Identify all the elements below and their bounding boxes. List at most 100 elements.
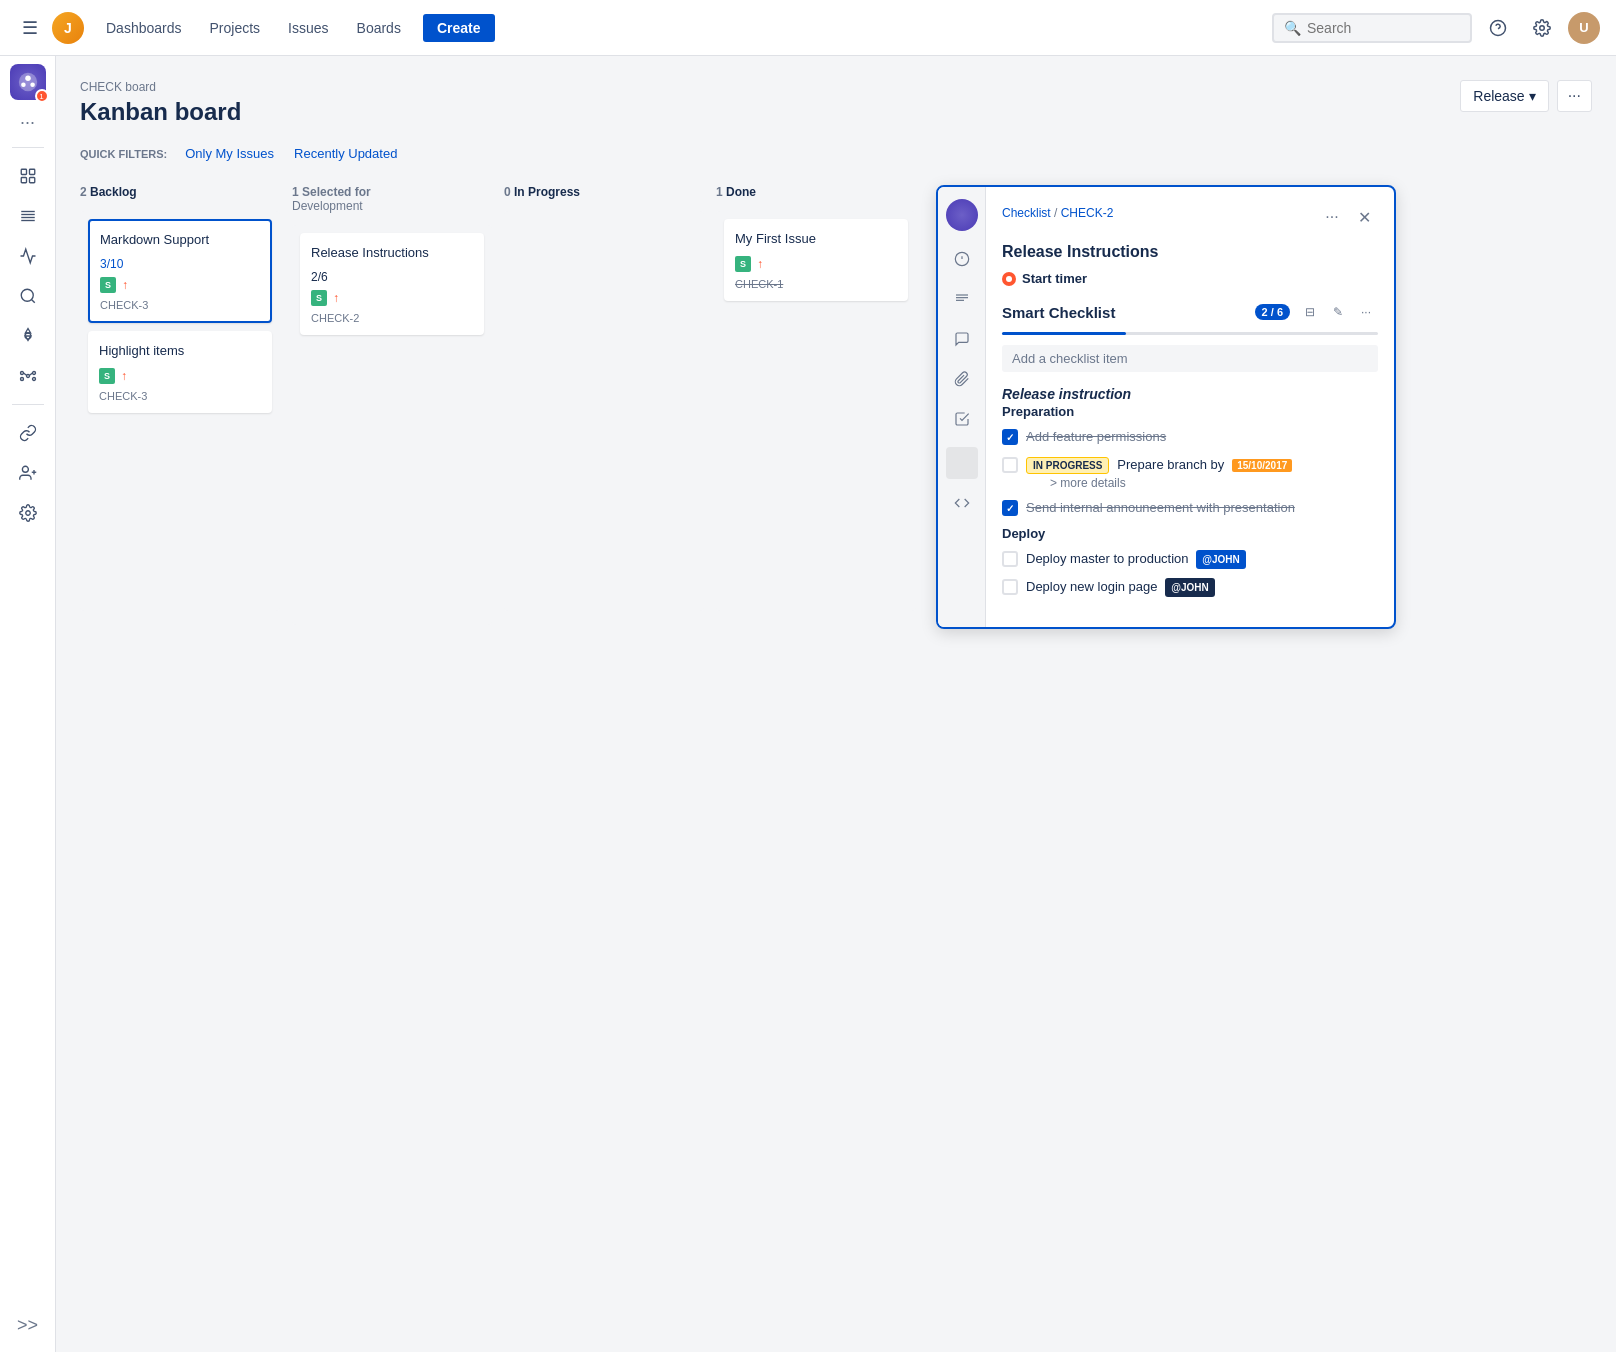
column-selected: 1 Selected forDevelopment Release Instru… [292, 185, 492, 625]
breadcrumb-issue-link[interactable]: CHECK-2 [1061, 206, 1114, 220]
sidebar-add-user-icon[interactable] [10, 455, 46, 491]
preparation-label: Preparation [1002, 404, 1378, 419]
checklist-item-prepare-branch: IN PROGRESS Prepare branch by 15/10/2017… [1002, 455, 1378, 491]
card-highlight-items[interactable]: Highlight items S ↑ CHECK-3 [88, 331, 272, 413]
more-details-link[interactable]: > more details [1050, 476, 1292, 490]
release-label: Release [1473, 88, 1524, 104]
checklist-progress-bar [1002, 332, 1378, 335]
card-highlight-id: CHECK-3 [99, 390, 261, 402]
svg-point-20 [20, 378, 23, 381]
checklist-title: Smart Checklist [1002, 304, 1255, 321]
release-button[interactable]: Release ▾ [1460, 80, 1548, 112]
card-type-release-icon: S [311, 290, 327, 306]
search-bar[interactable]: 🔍 [1272, 13, 1472, 43]
panel-more-button[interactable]: ··· [1318, 203, 1346, 231]
checklist-more-button[interactable]: ··· [1354, 300, 1378, 324]
sidebar-board-icon[interactable] [10, 158, 46, 194]
svg-point-3 [25, 76, 31, 82]
inprogress-count: 0 [504, 185, 511, 199]
backlog-body[interactable]: Markdown Support 3/10 S ↑ CHECK-3 Highli… [80, 211, 280, 611]
inprogress-body[interactable] [504, 211, 704, 611]
card-release-instructions[interactable]: Release Instructions 2/6 S ↑ CHECK-2 [300, 233, 484, 335]
card-highlight-meta: S ↑ [99, 368, 261, 384]
search-input[interactable] [1307, 20, 1447, 36]
card-markdown-title: Markdown Support [100, 231, 260, 249]
column-backlog: 2 Backlog Markdown Support 3/10 S ↑ CHEC… [80, 185, 280, 611]
filter-my-issues[interactable]: Only My Issues [179, 142, 280, 165]
timer-label: Start timer [1022, 271, 1087, 286]
panel-issue-avatar [946, 199, 978, 231]
checklist-header: Smart Checklist 2 / 6 ⊟ ✎ ··· [1002, 300, 1378, 324]
nav-dashboards[interactable]: Dashboards [96, 14, 192, 42]
panel-content: Checklist / CHECK-2 ··· ✕ Release Instru… [986, 187, 1394, 627]
content-area: CHECK board Kanban board Release ▾ ··· Q… [56, 56, 1616, 1352]
settings-button[interactable] [1524, 10, 1560, 46]
item-deploy-login-text: Deploy new login page @JOHN [1026, 577, 1215, 597]
board-breadcrumb: CHECK board [80, 80, 241, 94]
panel-tab-checklist[interactable] [946, 403, 978, 435]
panel-close-button[interactable]: ✕ [1350, 203, 1378, 231]
panel-tab-empty [946, 447, 978, 479]
sidebar-expand-more[interactable]: >> [13, 1311, 42, 1339]
checkbox-send-internal[interactable] [1002, 500, 1018, 516]
selected-body[interactable]: Release Instructions 2/6 S ↑ CHECK-2 [292, 225, 492, 625]
issue-panel: Checklist / CHECK-2 ··· ✕ Release Instru… [936, 185, 1396, 629]
done-body[interactable]: My First Issue S ↑ CHECK-1 [716, 211, 916, 611]
nav-boards[interactable]: Boards [347, 14, 411, 42]
sidebar-more-toggle[interactable]: ··· [16, 108, 39, 137]
svg-point-4 [21, 82, 26, 87]
chevron-down-icon: ▾ [1529, 88, 1536, 104]
svg-point-27 [25, 511, 30, 516]
breadcrumb-parent-link[interactable]: Checklist [1002, 206, 1051, 220]
panel-breadcrumb: Checklist / CHECK-2 [1002, 206, 1113, 220]
board-more-button[interactable]: ··· [1557, 80, 1592, 112]
checklist-item-send-internal: Send internal announeement with presenta… [1002, 498, 1378, 518]
checklist-filter-button[interactable]: ⊟ [1298, 300, 1322, 324]
card-markdown-support[interactable]: Markdown Support 3/10 S ↑ CHECK-3 [88, 219, 272, 323]
panel-tab-attachment[interactable] [946, 363, 978, 395]
card-release-meta: S ↑ [311, 290, 473, 306]
card-highlight-title: Highlight items [99, 342, 261, 360]
nav-issues[interactable]: Issues [278, 14, 338, 42]
sidebar-puzzle-icon[interactable] [10, 318, 46, 354]
checklist-item-deploy-login: Deploy new login page @JOHN [1002, 577, 1378, 597]
panel-tab-code[interactable] [946, 487, 978, 519]
sidebar-link-icon[interactable] [10, 415, 46, 451]
panel-tab-description[interactable] [946, 283, 978, 315]
sidebar-settings-icon[interactable] [10, 495, 46, 531]
svg-point-5 [30, 82, 35, 87]
card-type-story-icon: S [100, 277, 116, 293]
checklist-edit-button[interactable]: ✎ [1326, 300, 1350, 324]
filter-recently-updated[interactable]: Recently Updated [288, 142, 403, 165]
topnav: ☰ J Dashboards Projects Issues Boards Cr… [0, 0, 1616, 56]
checkbox-deploy-master[interactable] [1002, 551, 1018, 567]
sidebar-search-icon[interactable] [10, 278, 46, 314]
svg-point-19 [32, 372, 35, 375]
hamburger-menu[interactable]: ☰ [16, 11, 44, 45]
nav-projects[interactable]: Projects [200, 14, 271, 42]
project-avatar[interactable]: 1 [10, 64, 46, 100]
user-avatar[interactable]: U [1568, 12, 1600, 44]
board-title: Kanban board [80, 98, 241, 126]
panel-tab-info[interactable] [946, 243, 978, 275]
item-deploy-master-text: Deploy master to production @JOHN [1026, 549, 1246, 569]
app-logo[interactable]: J [52, 12, 84, 44]
add-checklist-item-input[interactable]: Add a checklist item [1002, 345, 1378, 372]
start-timer-button[interactable]: Start timer [1002, 271, 1378, 286]
search-icon: 🔍 [1284, 20, 1301, 36]
sidebar-list-icon[interactable] [10, 198, 46, 234]
panel-tab-comment[interactable] [946, 323, 978, 355]
sidebar-nodes-icon[interactable] [10, 358, 46, 394]
left-sidebar: 1 ··· >> [0, 56, 56, 1352]
in-progress-badge: IN PROGRESS [1026, 457, 1109, 474]
checklist-item-feature-perms: Add feature permissions [1002, 427, 1378, 447]
card-first-issue[interactable]: My First Issue S ↑ CHECK-1 [724, 219, 908, 301]
checkbox-feature-perms[interactable] [1002, 429, 1018, 445]
help-button[interactable] [1480, 10, 1516, 46]
sidebar-chart-icon[interactable] [10, 238, 46, 274]
checklist-item-deploy-master: Deploy master to production @JOHN [1002, 549, 1378, 569]
checkbox-deploy-login[interactable] [1002, 579, 1018, 595]
main-layout: 1 ··· >> [0, 56, 1616, 1352]
checkbox-prepare-branch[interactable] [1002, 457, 1018, 473]
create-button[interactable]: Create [423, 14, 495, 42]
